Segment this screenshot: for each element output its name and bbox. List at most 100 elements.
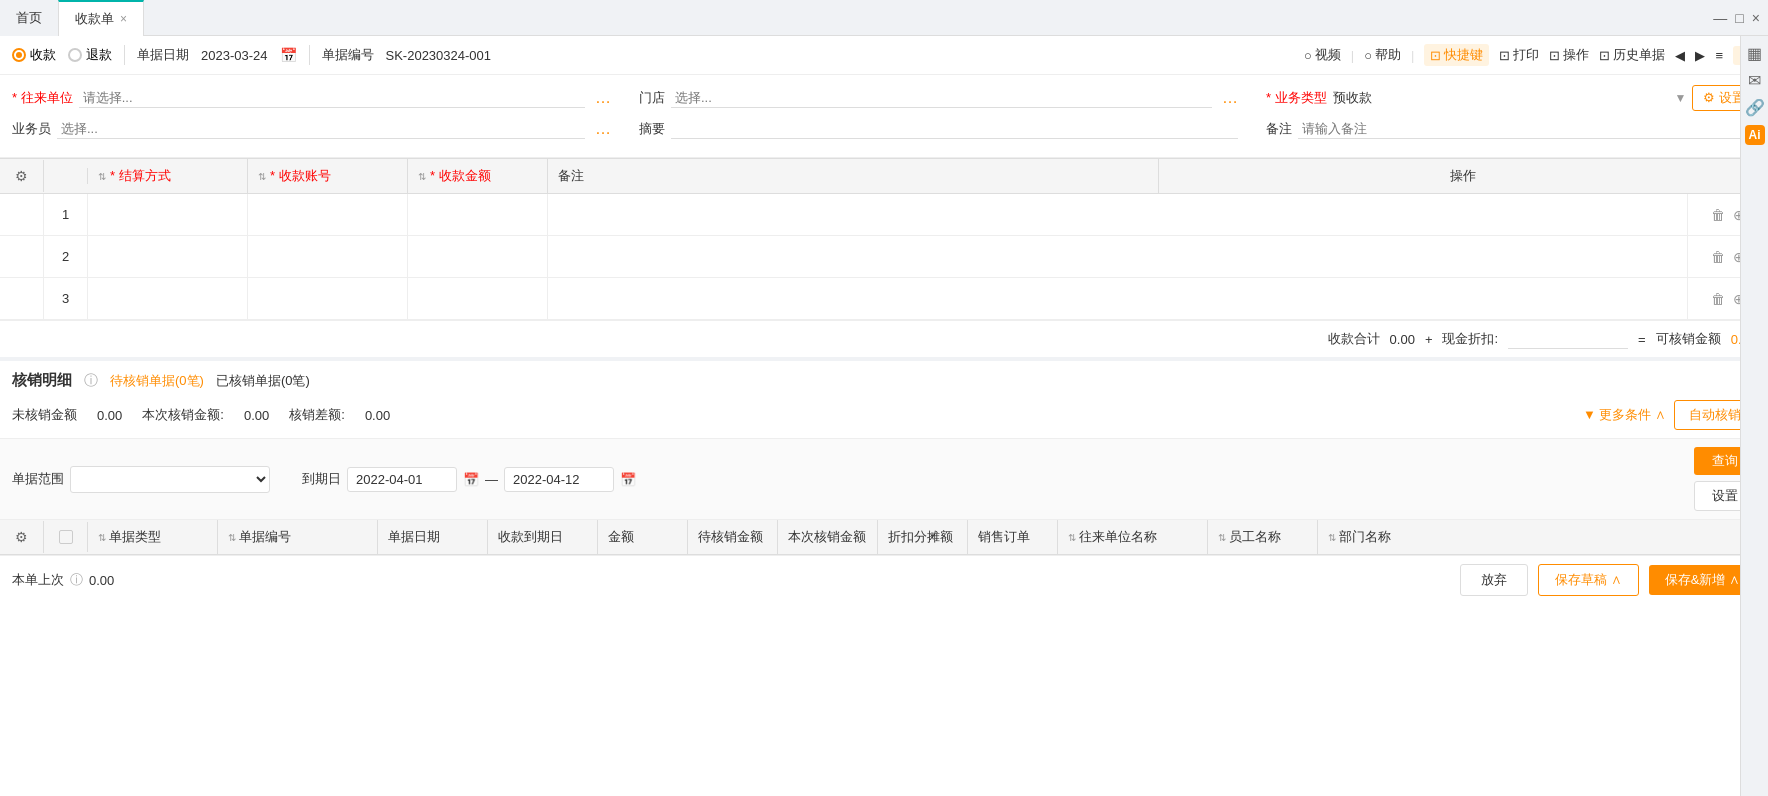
calendar-icon[interactable]: 📅 [280,47,297,63]
window-maximize-btn[interactable]: □ [1735,10,1743,26]
tab-bar: 首页 收款单 × — □ × [0,0,1768,36]
radio-shoukuan[interactable]: 收款 [12,46,56,64]
filter-date-to[interactable] [504,467,614,492]
staff-label: 业务员 [12,120,51,138]
history-icon: ⊡ [1599,48,1610,63]
partner-input[interactable] [79,88,585,108]
sort-dept-icon[interactable]: ⇅ [1328,532,1336,543]
filter-range-item: 单据范围 [12,466,270,493]
staff-input[interactable] [57,119,585,139]
td-amount-1[interactable] [408,194,548,235]
video-link[interactable]: ○ 视频 [1304,46,1341,64]
delete-icon-1[interactable]: 🗑 [1711,207,1725,223]
window-close-btn[interactable]: × [1752,10,1760,26]
store-section: 门店 … [639,88,1238,108]
sort-account-icon[interactable]: ⇅ [258,171,266,182]
sidebar-link-icon[interactable]: 🔗 [1745,98,1765,117]
sort-amount-icon[interactable]: ⇅ [418,171,426,182]
delete-icon-3[interactable]: 🗑 [1711,291,1725,307]
sum-discount-input[interactable] [1508,329,1628,349]
tab-close-icon[interactable]: × [120,12,127,26]
video-label: 视频 [1315,46,1341,64]
sort-num-icon[interactable]: ⇅ [228,532,236,543]
tab-active[interactable]: 收款单 × [58,0,144,36]
diff-value: 0.00 [365,408,390,423]
td-settlement-3[interactable] [88,278,248,319]
summary-input[interactable] [671,119,1238,139]
td-account-2[interactable] [248,236,408,277]
td-settlement-1[interactable] [88,194,248,235]
select-all-checkbox[interactable] [59,530,73,544]
help-link[interactable]: ○ 帮助 [1364,46,1401,64]
td-remark-1[interactable] [548,194,1688,235]
window-minimize-btn[interactable]: — [1713,10,1727,26]
nav-prev-btn[interactable]: ◀ [1675,48,1685,63]
td-account-3[interactable] [248,278,408,319]
td-num-1: 1 [44,194,88,235]
sidebar-table-icon[interactable]: ▦ [1747,44,1762,63]
biztype-dropdown-icon[interactable]: ▼ [1674,91,1686,105]
print-link[interactable]: ⊡ 打印 [1499,46,1539,64]
hexiao-info-icon[interactable]: ⓘ [84,372,98,390]
th-settings[interactable]: ⚙ [0,160,44,192]
radio-tuidan[interactable]: 退款 [68,46,112,64]
hth-this-label: 本次核销金额 [788,528,866,546]
sort-partner-icon[interactable]: ⇅ [1068,532,1076,543]
print-label: 打印 [1513,46,1539,64]
more-conditions-btn[interactable]: ▼ 更多条件 ∧ [1583,406,1666,424]
settings-gear-icon[interactable]: ⚙ [15,168,28,184]
history-link[interactable]: ⊡ 历史单据 [1599,46,1665,64]
td-remark-3[interactable] [548,278,1688,319]
nav-next-btn[interactable]: ▶ [1695,48,1705,63]
tab-home[interactable]: 首页 [0,0,58,36]
remark-label: 备注 [1266,120,1292,138]
th-amount-label: * 收款金额 [430,167,491,185]
hth-check[interactable] [44,522,88,552]
right-sidebar: ▦ ✉ 🔗 Ai [1740,36,1768,796]
th-settlement-label: * 结算方式 [110,167,171,185]
shortcut-link[interactable]: ⊡ 快捷键 [1424,44,1489,66]
staff-more-icon[interactable]: … [595,120,611,138]
save-new-label: 保存&新增 ∧ [1665,571,1740,589]
th-account-label: * 收款账号 [270,167,331,185]
sort-settlement-icon[interactable]: ⇅ [98,171,106,182]
partner-more-icon[interactable]: … [595,89,611,107]
radio-shoukuan-label: 收款 [30,46,56,64]
td-remark-2[interactable] [548,236,1688,277]
save-draft-button[interactable]: 保存草稿 ∧ [1538,564,1639,596]
save-draft-label: 保存草稿 ∧ [1555,571,1622,589]
td-settings-1 [0,194,44,235]
sidebar-mail-icon[interactable]: ✉ [1748,71,1761,90]
sort-staff-icon[interactable]: ⇅ [1218,532,1226,543]
store-input[interactable] [671,88,1212,108]
filter-range-select[interactable] [70,466,270,493]
table-row: 1 🗑 ⊕ [0,194,1768,236]
ops-link[interactable]: ⊡ 操作 [1549,46,1589,64]
history-label: 历史单据 [1613,46,1665,64]
form-row-2: 业务员 … 摘要 备注 [12,119,1756,139]
view-list-btn[interactable]: ≡ [1715,48,1723,63]
delete-icon-2[interactable]: 🗑 [1711,249,1725,265]
filter-date-to-icon[interactable]: 📅 [620,472,636,487]
bottom-info-icon[interactable]: ⓘ [70,571,83,589]
hexiao-tab-done[interactable]: 已核销单据(0笔) [216,372,310,390]
th-remark-label: 备注 [558,167,584,185]
hth-settings[interactable]: ⚙ [0,521,44,553]
td-amount-2[interactable] [408,236,548,277]
sidebar-ai-icon[interactable]: Ai [1745,125,1765,145]
hexiao-section: 核销明细 ⓘ 待核销单据(0笔) 已核销单据(0笔) 未核销金额 0.00 本次… [0,357,1768,796]
td-account-1[interactable] [248,194,408,235]
filter-date-from[interactable] [347,467,457,492]
filter-date-from-icon[interactable]: 📅 [463,472,479,487]
hexiao-tab-pending[interactable]: 待核销单据(0笔) [110,372,204,390]
store-more-icon[interactable]: … [1222,89,1238,107]
td-settlement-2[interactable] [88,236,248,277]
hth-type-label: 单据类型 [109,528,161,546]
hexiao-settings-gear-icon[interactable]: ⚙ [15,529,28,545]
abandon-button[interactable]: 放弃 [1460,564,1528,596]
remark-input[interactable] [1298,119,1756,139]
td-amount-3[interactable] [408,278,548,319]
radio-shoukuan-dot [12,48,26,62]
th-amount: ⇅ * 收款金额 [408,159,548,193]
sort-type-icon[interactable]: ⇅ [98,532,106,543]
